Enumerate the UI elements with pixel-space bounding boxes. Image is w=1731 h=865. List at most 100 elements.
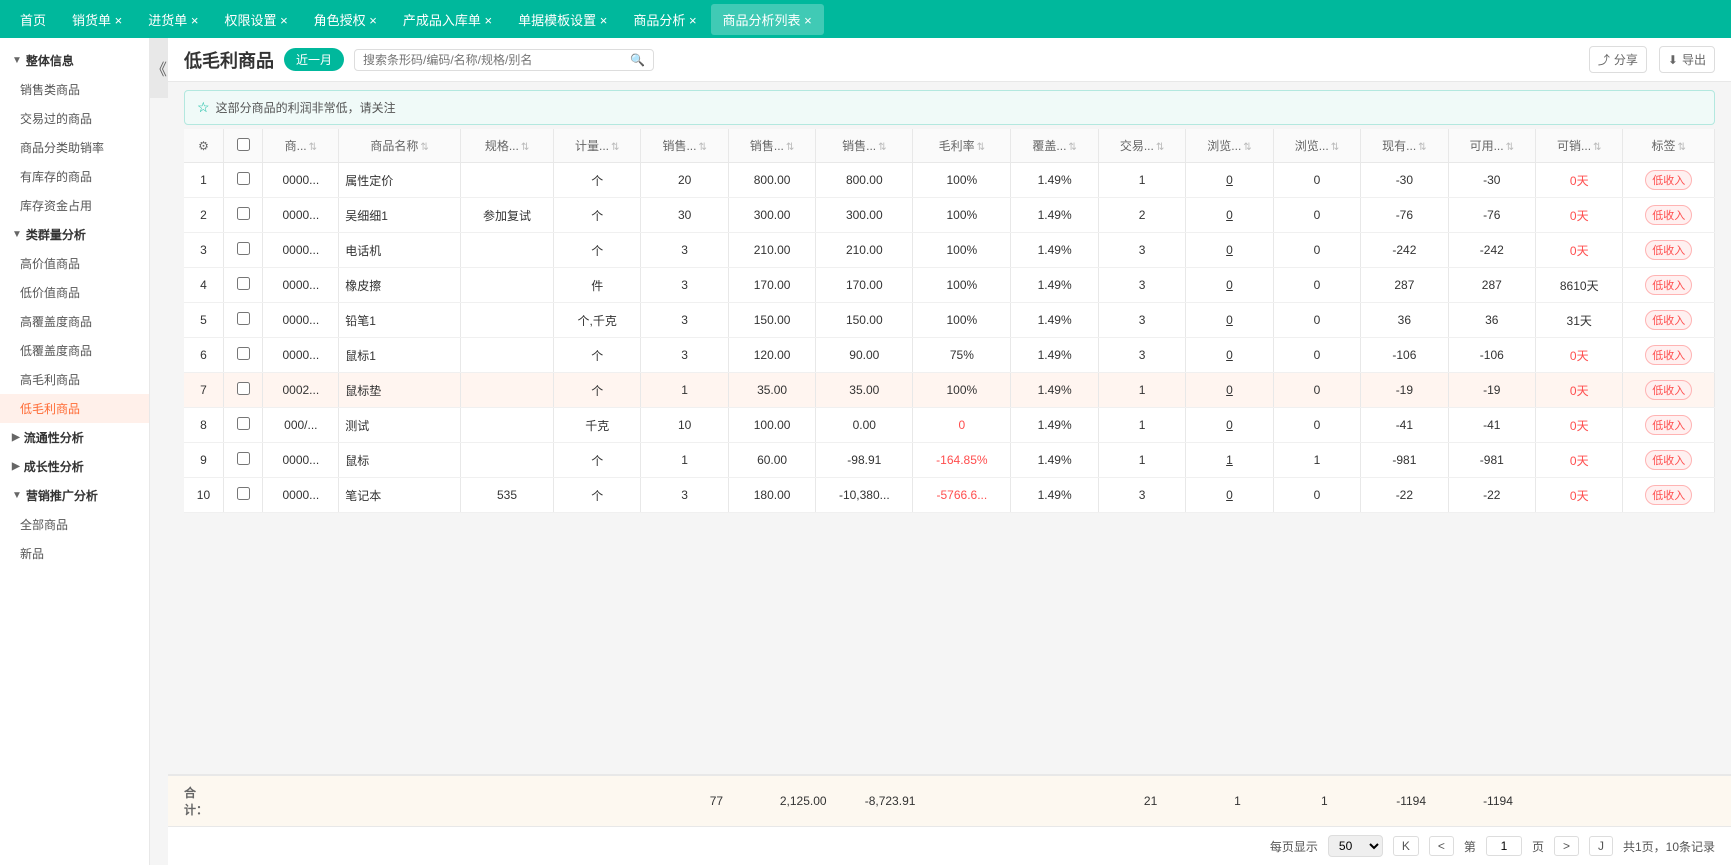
cell-browse1-7[interactable]: 0 <box>1186 408 1273 443</box>
row-checkbox-8[interactable] <box>237 452 250 465</box>
nav-home[interactable]: 首页 <box>8 4 58 35</box>
col-trade[interactable]: 交易...⇅ <box>1098 129 1185 163</box>
cell-available-2: -242 <box>1448 233 1535 268</box>
row-checkbox-5[interactable] <box>237 347 250 360</box>
col-name[interactable]: 商品名称⇅ <box>339 129 461 163</box>
cell-browse1-9[interactable]: 0 <box>1186 478 1273 513</box>
search-input[interactable] <box>363 53 630 67</box>
cell-trade-4: 3 <box>1098 303 1185 338</box>
cell-browse1-3[interactable]: 0 <box>1186 268 1273 303</box>
sidebar-item-high-value[interactable]: 高价值商品 <box>0 249 149 278</box>
cell-checkbox-3[interactable] <box>223 268 263 303</box>
row-checkbox-1[interactable] <box>237 207 250 220</box>
nav-products[interactable]: 产成品入库单 × <box>391 4 504 35</box>
notice-bar: ☆ 这部分商品的利润非常低，请关注 <box>184 90 1715 125</box>
col-gross-rate[interactable]: 毛利率⇅ <box>913 129 1011 163</box>
page-input[interactable] <box>1486 836 1522 856</box>
export-button[interactable]: ⬇ 导出 <box>1659 46 1715 73</box>
cell-checkbox-9[interactable] <box>223 478 263 513</box>
sidebar-group-marketing[interactable]: ▼ 营销推广分析 <box>0 481 149 510</box>
cell-browse1-4[interactable]: 0 <box>1186 303 1273 338</box>
col-settings[interactable]: ⚙ <box>184 129 223 163</box>
sidebar-group-cluster[interactable]: ▼ 类群量分析 <box>0 220 149 249</box>
row-checkbox-3[interactable] <box>237 277 250 290</box>
sidebar-item-new-products[interactable]: 新品 <box>0 539 149 568</box>
nav-purchase[interactable]: 进货单 × <box>136 4 210 35</box>
row-checkbox-7[interactable] <box>237 417 250 430</box>
sidebar-item-capital[interactable]: 库存资金占用 <box>0 191 149 220</box>
sidebar-group-liquidity[interactable]: ▶ 流通性分析 <box>0 423 149 452</box>
cell-checkbox-4[interactable] <box>223 303 263 338</box>
sidebar-item-sales-products[interactable]: 销售类商品 <box>0 75 149 104</box>
row-checkbox-0[interactable] <box>237 172 250 185</box>
cell-sale-qty-5: 3 <box>641 338 728 373</box>
cell-browse1-2[interactable]: 0 <box>1186 233 1273 268</box>
cell-browse1-5[interactable]: 0 <box>1186 338 1273 373</box>
col-unit[interactable]: 计量...⇅ <box>553 129 640 163</box>
row-checkbox-6[interactable] <box>237 382 250 395</box>
sidebar-collapse-button[interactable]: 《 <box>150 38 168 98</box>
cell-browse1-1[interactable]: 0 <box>1186 198 1273 233</box>
cell-checkbox-2[interactable] <box>223 233 263 268</box>
cell-checkbox-6[interactable] <box>223 373 263 408</box>
first-page-button[interactable]: K <box>1393 836 1419 856</box>
per-page-select[interactable]: 50 100 200 <box>1328 835 1383 857</box>
nav-sales[interactable]: 销货单 × <box>60 4 134 35</box>
prev-page-button[interactable]: < <box>1429 836 1454 856</box>
col-checkbox-all[interactable] <box>223 129 263 163</box>
sidebar-item-traded[interactable]: 交易过的商品 <box>0 104 149 133</box>
nav-roles[interactable]: 角色授权 × <box>302 4 389 35</box>
nav-analysis[interactable]: 商品分析 × <box>621 4 708 35</box>
col-browse2[interactable]: 浏览...⇅ <box>1273 129 1360 163</box>
select-all-checkbox[interactable] <box>237 138 250 151</box>
sidebar-item-high-gross[interactable]: 高毛利商品 <box>0 365 149 394</box>
filter-recent-month-button[interactable]: 近一月 <box>284 48 344 71</box>
col-sale-qty[interactable]: 销售...⇅ <box>641 129 728 163</box>
sidebar-item-all-products[interactable]: 全部商品 <box>0 510 149 539</box>
sidebar-item-low-gross[interactable]: 低毛利商品 <box>0 394 149 423</box>
row-checkbox-2[interactable] <box>237 242 250 255</box>
cell-spec-4 <box>461 303 554 338</box>
col-coverage[interactable]: 覆盖...⇅ <box>1011 129 1098 163</box>
nav-templates[interactable]: 单据模板设置 × <box>506 4 619 35</box>
nav-permissions[interactable]: 权限设置 × <box>212 4 299 35</box>
cell-checkbox-1[interactable] <box>223 198 263 233</box>
col-code[interactable]: 商...⇅ <box>263 129 339 163</box>
total-records-label: 共1页，10条记录 <box>1623 838 1715 855</box>
cell-checkbox-5[interactable] <box>223 338 263 373</box>
col-sale-price[interactable]: 销售...⇅ <box>728 129 815 163</box>
sidebar-item-high-coverage[interactable]: 高覆盖度商品 <box>0 307 149 336</box>
row-checkbox-9[interactable] <box>237 487 250 500</box>
col-spec[interactable]: 规格...⇅ <box>461 129 554 163</box>
cell-browse1-0[interactable]: 0 <box>1186 163 1273 198</box>
sidebar-item-category-rate[interactable]: 商品分类助销率 <box>0 133 149 162</box>
cell-unit-8: 个 <box>553 443 640 478</box>
nav-analysis-list[interactable]: 商品分析列表 × <box>711 4 824 35</box>
cell-browse1-8[interactable]: 1 <box>1186 443 1273 478</box>
search-icon[interactable]: 🔍 <box>630 53 645 67</box>
cell-checkbox-7[interactable] <box>223 408 263 443</box>
col-tag[interactable]: 标签⇅ <box>1623 129 1715 163</box>
next-page-button[interactable]: > <box>1554 836 1579 856</box>
sidebar-item-in-stock[interactable]: 有库存的商品 <box>0 162 149 191</box>
cell-coverage-3: 1.49% <box>1011 268 1098 303</box>
sidebar-group-growth[interactable]: ▶ 成长性分析 <box>0 452 149 481</box>
cell-checkbox-8[interactable] <box>223 443 263 478</box>
col-browse1[interactable]: 浏览...⇅ <box>1186 129 1273 163</box>
cell-available-5: -106 <box>1448 338 1535 373</box>
cell-name-0: 属性定价 <box>339 163 461 198</box>
cell-checkbox-0[interactable] <box>223 163 263 198</box>
col-saleable[interactable]: 可销...⇅ <box>1536 129 1623 163</box>
col-available[interactable]: 可用...⇅ <box>1448 129 1535 163</box>
col-sale-amount[interactable]: 销售...⇅ <box>816 129 913 163</box>
sidebar-item-low-coverage[interactable]: 低覆盖度商品 <box>0 336 149 365</box>
last-page-button[interactable]: J <box>1589 836 1613 856</box>
cell-browse1-6[interactable]: 0 <box>1186 373 1273 408</box>
sidebar-group-overall[interactable]: ▼ 整体信息 <box>0 46 149 75</box>
sidebar-item-low-value[interactable]: 低价值商品 <box>0 278 149 307</box>
cell-unit-6: 个 <box>553 373 640 408</box>
share-button[interactable]: ⤴ 分享 <box>1589 46 1647 73</box>
cell-saleable-1: 0天 <box>1536 198 1623 233</box>
row-checkbox-4[interactable] <box>237 312 250 325</box>
col-current[interactable]: 现有...⇅ <box>1361 129 1448 163</box>
